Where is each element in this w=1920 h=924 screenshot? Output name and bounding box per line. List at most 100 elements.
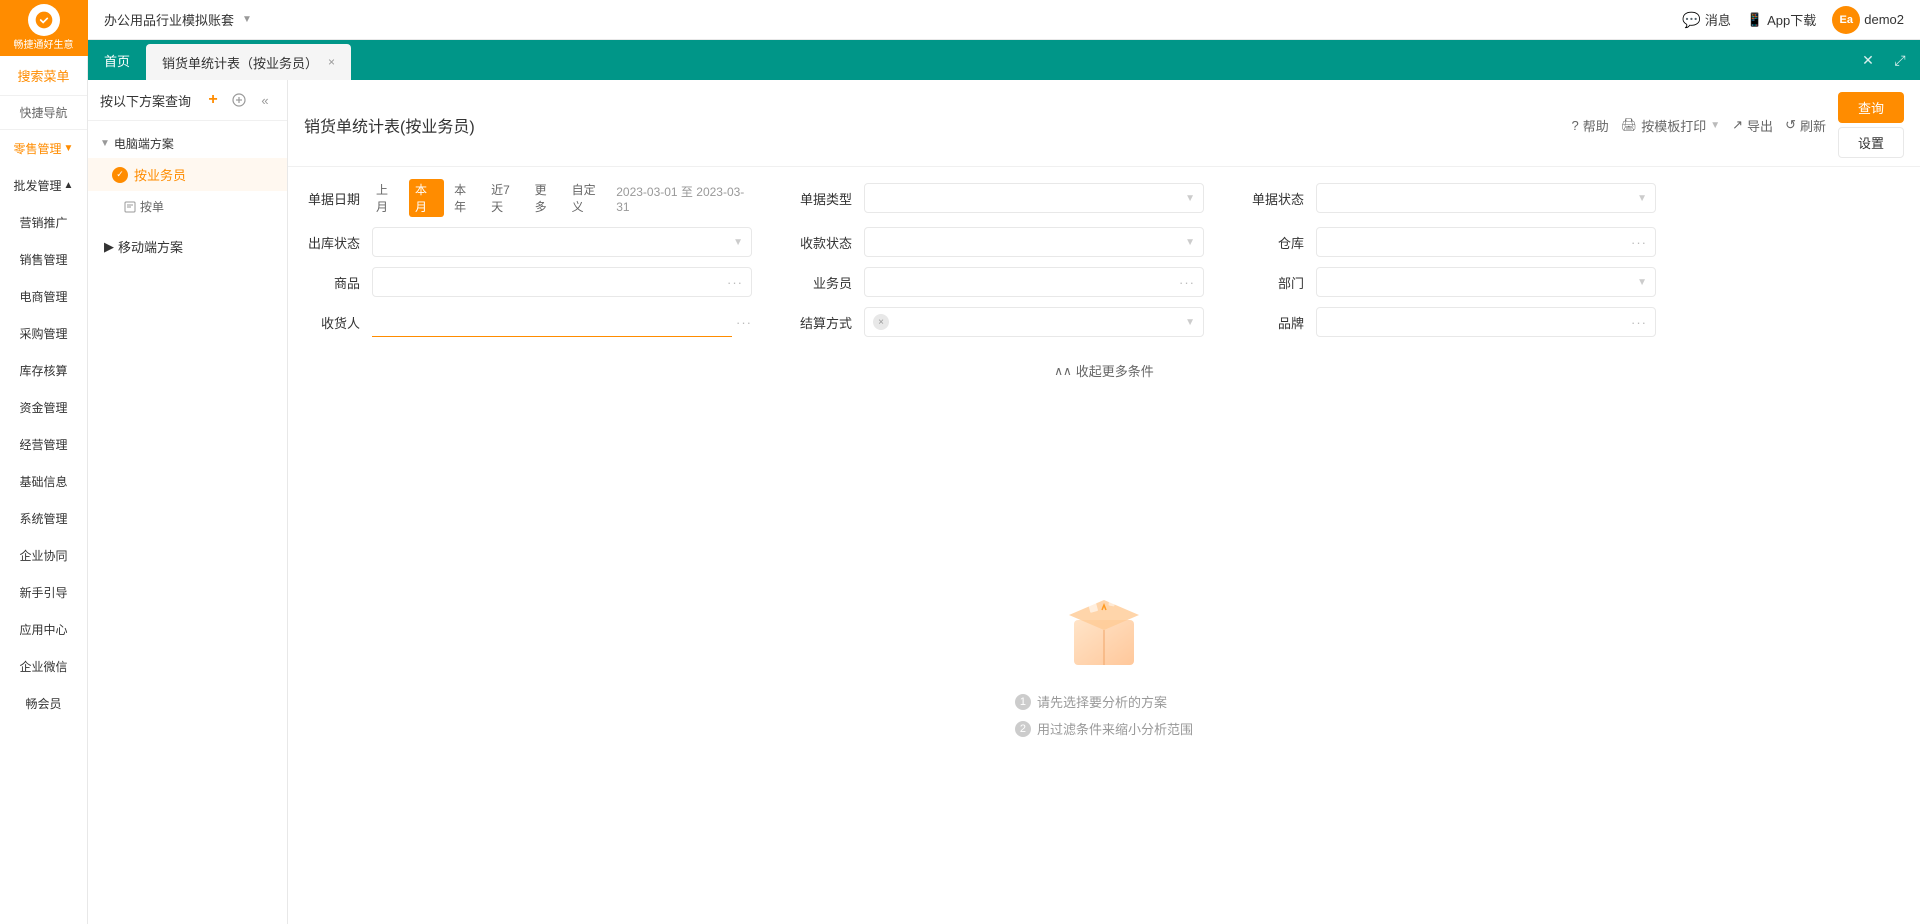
doc-type-chevron-icon: ▼ [1185,193,1195,204]
app-download-btn[interactable]: 📱 App下载 [1747,10,1816,29]
date-tab-last7[interactable]: 近7天 [487,179,524,217]
export-label: 导出 [1747,116,1773,135]
sidebar: 畅捷通好生意 搜索菜单 快捷导航 零售管理 ▼ 批发管理 ▲ 营销推广 销售管理… [0,0,88,924]
logo[interactable]: 畅捷通好生意 [0,0,88,56]
sidebar-item-wholesale[interactable]: 批发管理 ▲ [0,167,87,204]
goods-select[interactable]: ··· [372,267,752,297]
receiver-dots-icon[interactable]: ··· [736,315,752,330]
doc-status-select[interactable]: ▼ [1316,183,1656,213]
payment-chevron-icon: ▼ [1185,237,1195,248]
date-tab-this-month[interactable]: 本月 [409,179,444,217]
message-btn[interactable]: 💬 消息 [1682,10,1731,29]
sidebar-item-member[interactable]: 畅会员 [0,685,87,722]
scheme-group-mobile[interactable]: ▶ 移动端方案 [88,230,287,263]
date-range-label: 2023-03-01 至 2023-03-31 [616,183,752,214]
receiver-input[interactable] [372,307,732,337]
edit-scheme-btn[interactable] [229,90,249,110]
avatar-circle: Ea [1832,6,1860,34]
quick-nav[interactable]: 快捷导航 [0,96,87,130]
scheme-item-salesperson[interactable]: ✓ 按业务员 [88,158,287,191]
date-tab-custom[interactable]: 自定义 [568,179,611,217]
header-left: 办公用品行业模拟账套 ▼ [104,10,252,29]
sidebar-item-newbie[interactable]: 新手引导 [0,574,87,611]
doc-status-control[interactable]: ▼ [1316,183,1656,213]
scheme-active-dot: ✓ [112,167,128,183]
sidebar-item-finance[interactable]: 资金管理 [0,389,87,426]
print-label: 按模板打印 [1641,116,1706,135]
sidebar-item-wechat[interactable]: 企业微信 [0,648,87,685]
warehouse-control: ··· [1316,227,1656,257]
tab-close-icon[interactable]: × [328,55,335,69]
sidebar-item-appstore[interactable]: 应用中心 [0,611,87,648]
sidebar-item-operations-label: 经营管理 [19,436,67,453]
settlement-chevron-icon: ▼ [1185,317,1195,328]
sidebar-item-retail[interactable]: 零售管理 ▼ [0,130,87,167]
empty-state: 1 请先选择要分析的方案 2 用过滤条件来缩小分析范围 [288,394,1920,924]
stock-status-select[interactable]: ▼ [372,227,752,257]
scheme-sub-item-order[interactable]: 按单 [88,191,287,222]
sidebar-item-system[interactable]: 系统管理 [0,500,87,537]
query-button[interactable]: 查询 [1838,92,1904,123]
tab-home[interactable]: 首页 [88,40,146,80]
brand-label: 品牌 [1248,313,1304,332]
tab-bar-actions: ✕ ⤢ [1856,48,1920,72]
receiver-control: ··· [372,307,752,337]
collapse-panel-btn[interactable]: « [255,90,275,110]
date-filter: 上月 本月 本年 近7天 更多 自定义 2023-03-01 至 2023-03… [372,179,752,217]
settlement-select[interactable]: × ▼ [864,307,1204,337]
help-btn[interactable]: ? 帮助 [1571,116,1608,135]
export-btn[interactable]: ↗ 导出 [1732,116,1773,135]
sidebar-item-purchase[interactable]: 采购管理 [0,315,87,352]
tab-home-label: 首页 [104,51,130,70]
sidebar-item-wechat-label: 企业微信 [19,658,67,675]
mobile-expand-icon: ▶ [104,239,114,255]
sidebar-item-inventory-label: 库存核算 [19,362,67,379]
date-tab-this-year[interactable]: 本年 [450,179,481,217]
doc-type-control[interactable]: ▼ [864,183,1204,213]
stock-chevron-icon: ▼ [733,237,743,248]
search-menu-label: 搜索菜单 [0,66,87,85]
payment-status-select[interactable]: ▼ [864,227,1204,257]
warehouse-select[interactable]: ··· [1316,227,1656,257]
date-tab-prev-month[interactable]: 上月 [372,179,403,217]
sidebar-item-operations[interactable]: 经营管理 [0,426,87,463]
filter-row-2: 出库状态 ▼ 收款状态 ▼ 仓库 [304,227,1904,257]
tab-expand-btn[interactable]: ⤢ [1888,48,1912,72]
sidebar-item-basic[interactable]: 基础信息 [0,463,87,500]
dept-select[interactable]: ▼ [1316,267,1656,297]
sidebar-item-sales-label: 销售管理 [19,251,67,268]
user-avatar[interactable]: Ea demo2 [1832,6,1904,34]
sidebar-item-retail-label: 零售管理 [14,140,62,157]
tab-close-all-btn[interactable]: ✕ [1856,48,1880,72]
refresh-btn[interactable]: ↺ 刷新 [1785,116,1826,135]
sidebar-item-ecommerce[interactable]: 电商管理 [0,278,87,315]
settlement-tag-close[interactable]: × [873,314,889,330]
print-chevron-icon: ▼ [1710,120,1720,131]
collapse-btn[interactable]: ∧∧ 收起更多条件 [1038,355,1170,386]
brand-select[interactable]: ··· [1316,307,1656,337]
date-label: 单据日期 [304,189,360,208]
settings-button[interactable]: 设置 [1838,127,1904,158]
download-icon: 📱 [1747,12,1763,28]
tip-text-2: 用过滤条件来缩小分析范围 [1037,719,1193,738]
doc-type-select[interactable]: ▼ [864,183,1204,213]
industry-dropdown-icon[interactable]: ▼ [242,14,252,25]
sidebar-item-enterprise[interactable]: 企业协同 [0,537,87,574]
scheme-group-desktop-title[interactable]: ▼ 电脑端方案 [88,129,287,158]
tab-active[interactable]: 销货单统计表（按业务员） × [146,44,351,80]
empty-tips: 1 请先选择要分析的方案 2 用过滤条件来缩小分析范围 [1015,692,1193,738]
sidebar-item-inventory[interactable]: 库存核算 [0,352,87,389]
salesperson-label: 业务员 [796,273,852,292]
sidebar-item-marketing[interactable]: 营销推广 [0,204,87,241]
left-panel-header: 按以下方案查询 + « [88,80,287,121]
add-scheme-btn[interactable]: + [203,90,223,110]
salesperson-select[interactable]: ··· [864,267,1204,297]
order-icon [124,201,136,213]
sidebar-item-enterprise-label: 企业协同 [19,547,67,564]
sidebar-search[interactable]: 搜索菜单 [0,56,87,96]
settlement-control: × ▼ [864,307,1204,337]
print-btn[interactable]: 🖨 按模板打印 ▼ [1621,116,1720,135]
date-tab-more[interactable]: 更多 [531,179,562,217]
sidebar-item-sales[interactable]: 销售管理 [0,241,87,278]
sidebar-item-wholesale-label: 批发管理 [14,177,62,194]
